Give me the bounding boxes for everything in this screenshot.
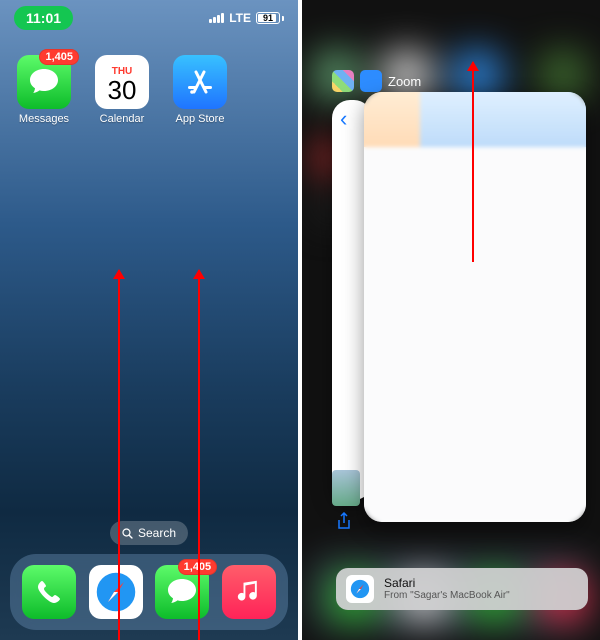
dock: 1,405 xyxy=(10,554,288,630)
gesture-arrow xyxy=(118,270,120,640)
search-icon xyxy=(122,528,133,539)
battery-icon: 91 xyxy=(256,12,284,24)
app-label: Calendar xyxy=(92,113,152,125)
switcher-title: Zoom xyxy=(388,74,421,89)
messages-icon xyxy=(166,577,198,607)
photos-icon xyxy=(332,70,354,92)
toast-title: Safari xyxy=(384,576,510,590)
share-icon[interactable] xyxy=(336,512,352,530)
zoom-icon xyxy=(360,70,382,92)
app-messages[interactable]: 1,405 Messages xyxy=(14,55,74,125)
phone-icon xyxy=(34,577,64,607)
app-switcher: Zoom Safari From "Sagar's MacBook Air" xyxy=(302,0,600,640)
time-pill[interactable]: 11:01 xyxy=(14,6,73,30)
switcher-card-front[interactable] xyxy=(364,92,586,522)
app-label: Messages xyxy=(14,113,74,125)
badge: 1,405 xyxy=(39,49,79,65)
appstore-icon xyxy=(173,55,227,109)
calendar-icon: THU 30 xyxy=(95,55,149,109)
status-time: 11:01 xyxy=(26,10,61,26)
dock-messages[interactable]: 1,405 xyxy=(155,565,209,619)
dock-music[interactable] xyxy=(222,565,276,619)
status-bar: 11:01 LTE 91 xyxy=(0,0,298,36)
gesture-arrow xyxy=(198,270,200,640)
dock-safari[interactable] xyxy=(89,565,143,619)
app-calendar[interactable]: THU 30 Calendar xyxy=(92,55,152,125)
search-label: Search xyxy=(138,526,176,540)
home-screen: 11:01 LTE 91 1,405 Messages xyxy=(0,0,298,640)
safari-icon xyxy=(92,568,140,616)
toast-subtitle: From "Sagar's MacBook Air" xyxy=(384,590,510,602)
search-button[interactable]: Search xyxy=(110,521,188,545)
photo-thumbnail xyxy=(332,470,360,506)
messages-icon: 1,405 xyxy=(17,55,71,109)
dock-phone[interactable] xyxy=(22,565,76,619)
signal-icon xyxy=(209,13,224,23)
music-icon xyxy=(235,578,263,606)
handoff-toast[interactable]: Safari From "Sagar's MacBook Air" xyxy=(336,568,588,610)
gesture-arrow xyxy=(472,62,474,262)
switcher-app-header: Zoom xyxy=(332,70,421,92)
network-label: LTE xyxy=(229,11,251,25)
app-appstore[interactable]: App Store xyxy=(170,55,230,125)
app-label: App Store xyxy=(170,113,230,125)
safari-icon xyxy=(346,575,374,603)
